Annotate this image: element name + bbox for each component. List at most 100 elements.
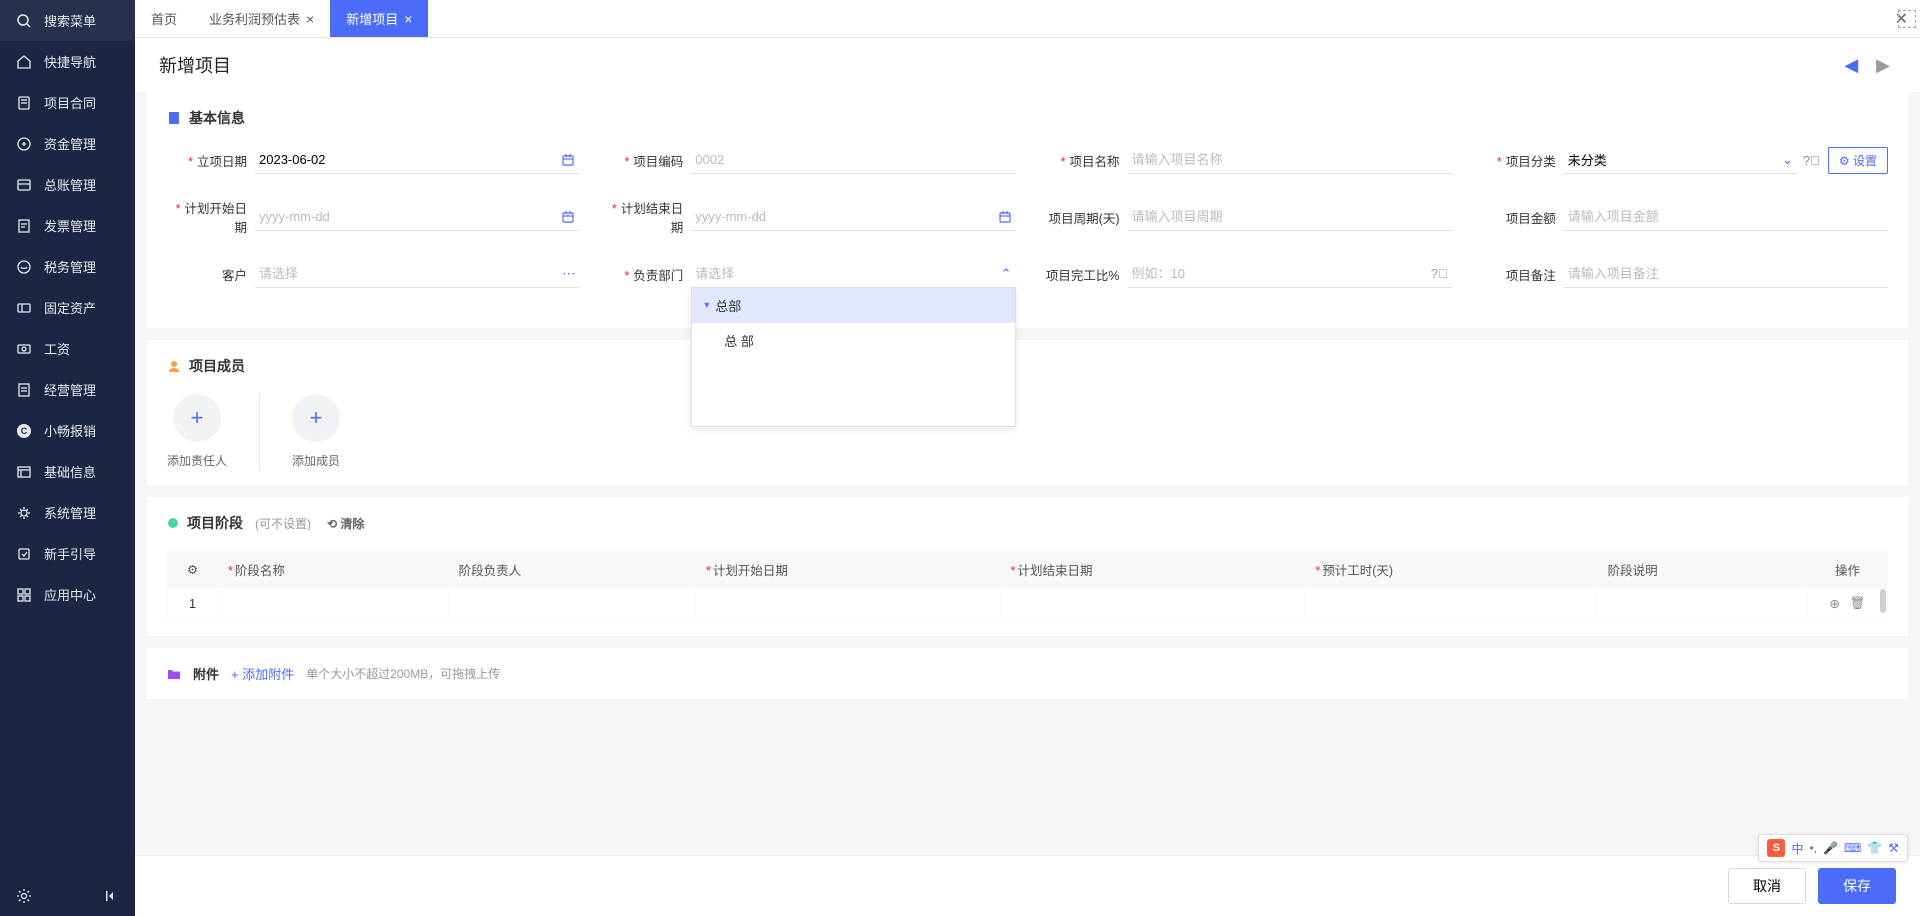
input-plan-start[interactable] [255, 203, 557, 230]
expense-icon: C [16, 423, 32, 439]
input-proj-class[interactable] [1564, 146, 1778, 173]
cell-start[interactable] [695, 588, 1000, 620]
close-icon[interactable]: × [306, 11, 314, 27]
input-proj-name[interactable] [1128, 146, 1452, 173]
system-icon [16, 505, 32, 521]
attachment-hint: 单个大小不超过200MB，可拖拽上传 [306, 665, 500, 682]
ime-mic-icon[interactable]: 🎤 [1823, 841, 1838, 855]
cell-desc[interactable] [1597, 588, 1807, 620]
ime-tool-icon[interactable]: ⚒ [1888, 841, 1899, 855]
sidebar-item-funds[interactable]: 资金管理 [0, 123, 135, 164]
section-title-text: 项目成员 [189, 356, 245, 376]
cell-name[interactable] [218, 588, 449, 620]
stage-table: ⚙ 阶段名称 阶段负责人 计划开始日期 计划结束日期 预计工时(天) 阶段说明 … [167, 551, 1888, 620]
sidebar-item-assets[interactable]: 固定资产 [0, 287, 135, 328]
calendar-icon[interactable] [994, 210, 1016, 224]
sidebar-item-invoice[interactable]: 发票管理 [0, 205, 135, 246]
table-scrollbar[interactable] [1880, 589, 1886, 613]
add-owner-button[interactable]: + [173, 394, 221, 442]
svg-text:C: C [21, 426, 28, 436]
sidebar-item-ledger[interactable]: 总账管理 [0, 164, 135, 205]
sidebar-item-guide[interactable]: 新手引导 [0, 533, 135, 574]
fullscreen-icon[interactable] [1898, 10, 1916, 28]
caret-down-icon: ▾ [704, 300, 709, 311]
delete-row-icon[interactable]: 🗑 [1850, 596, 1866, 611]
clear-button[interactable]: ⟲ 清除 [327, 515, 364, 532]
th-desc: 阶段说明 [1597, 552, 1807, 588]
chevron-down-icon[interactable]: ⌄ [1778, 152, 1797, 168]
th-name: 阶段名称 [218, 552, 449, 588]
input-duration[interactable] [1128, 203, 1452, 230]
cell-hours[interactable] [1305, 588, 1597, 620]
sidebar-item-label: 经营管理 [44, 380, 96, 399]
tab-bar: 首页 业务利润预估表 × 新增项目 × ✕ [135, 0, 1920, 38]
th-gear[interactable]: ⚙ [168, 552, 218, 588]
nav-next-icon[interactable]: ▶ [1870, 53, 1896, 78]
label-remark: 项目备注 [1476, 265, 1556, 284]
dropdown-item-child[interactable]: 总 部 [692, 323, 1014, 358]
content-area: 基本信息 立项日期 项目编码 [135, 92, 1920, 855]
label-dept: 负责部门 [603, 265, 683, 284]
help-icon[interactable]: ?⃝ [1427, 266, 1452, 281]
sidebar-item-baseinfo[interactable]: 基础信息 [0, 451, 135, 492]
cell-owner[interactable] [448, 588, 695, 620]
settings-button[interactable]: ⚙ 设置 [1828, 147, 1888, 174]
funds-icon [16, 136, 32, 152]
calendar-icon[interactable] [557, 210, 579, 224]
page-header: 新增项目 ◀ ▶ [135, 38, 1920, 92]
section-hint: (可不设置) [255, 515, 311, 532]
ime-lang[interactable]: 中 [1791, 840, 1803, 857]
help-icon[interactable]: ?⃝ [1803, 153, 1820, 168]
input-customer[interactable] [255, 260, 558, 287]
calendar-icon[interactable] [557, 153, 579, 167]
sidebar-item-apps[interactable]: 应用中心 [0, 574, 135, 615]
tab-new-project[interactable]: 新增项目 × [330, 0, 428, 37]
input-plan-end[interactable] [691, 203, 993, 230]
input-progress[interactable] [1128, 260, 1427, 287]
table-row[interactable]: 1 ⊕ 🗑 [168, 588, 1888, 620]
sidebar-item-label: 系统管理 [44, 503, 96, 522]
input-proj-date[interactable] [255, 146, 557, 173]
tab-profit-estimate[interactable]: 业务利润预估表 × [193, 0, 330, 37]
sidebar-item-contract[interactable]: 项目合同 [0, 82, 135, 123]
ime-keyboard-icon[interactable]: ⌨ [1844, 841, 1861, 855]
close-icon[interactable]: × [404, 11, 412, 27]
sidebar-item-tax[interactable]: 税务管理 [0, 246, 135, 287]
add-row-icon[interactable]: ⊕ [1829, 596, 1839, 611]
tab-home[interactable]: 首页 [135, 0, 193, 37]
add-owner-label: 添加责任人 [167, 452, 227, 469]
search-icon [16, 13, 32, 29]
save-button[interactable]: 保存 [1818, 868, 1896, 904]
dropdown-item-parent[interactable]: ▾ 总部 [692, 288, 1014, 323]
gear-icon[interactable] [16, 888, 32, 904]
input-dept[interactable] [691, 260, 996, 287]
sidebar-item-label: 新手引导 [44, 544, 96, 563]
cancel-button[interactable]: 取消 [1728, 868, 1806, 904]
more-icon[interactable]: ⋯ [558, 266, 579, 282]
sidebar-item-quicknav[interactable]: 快捷导航 [0, 41, 135, 82]
sidebar-item-biz[interactable]: 经营管理 [0, 369, 135, 410]
cell-end[interactable] [1000, 588, 1305, 620]
th-op: 操作 [1808, 552, 1888, 588]
th-owner: 阶段负责人 [448, 552, 695, 588]
nav-prev-icon[interactable]: ◀ [1838, 53, 1864, 78]
add-attachment-button[interactable]: + 添加附件 [231, 664, 294, 683]
chevron-up-icon[interactable]: ⌃ [997, 266, 1016, 282]
ime-skin-icon[interactable]: 👕 [1867, 841, 1882, 855]
input-remark[interactable] [1564, 260, 1888, 287]
sidebar-item-salary[interactable]: 工资 [0, 328, 135, 369]
tab-label: 首页 [151, 9, 177, 28]
sidebar-item-label: 基础信息 [44, 462, 96, 481]
sidebar-search[interactable]: 搜索菜单 [0, 0, 135, 41]
ime-toolbar[interactable]: S 中 •, 🎤 ⌨ 👕 ⚒ [1758, 834, 1908, 862]
sidebar-item-system[interactable]: 系统管理 [0, 492, 135, 533]
collapse-icon[interactable] [103, 888, 119, 904]
input-amount[interactable] [1564, 203, 1888, 230]
folder-icon [167, 667, 181, 681]
input-proj-code[interactable] [691, 146, 1015, 173]
tab-label: 新增项目 [346, 9, 398, 28]
gear-icon: ⚙ [187, 563, 198, 577]
ime-punct-icon[interactable]: •, [1809, 841, 1817, 855]
add-member-button[interactable]: + [292, 394, 340, 442]
sidebar-item-expense[interactable]: C 小畅报销 [0, 410, 135, 451]
